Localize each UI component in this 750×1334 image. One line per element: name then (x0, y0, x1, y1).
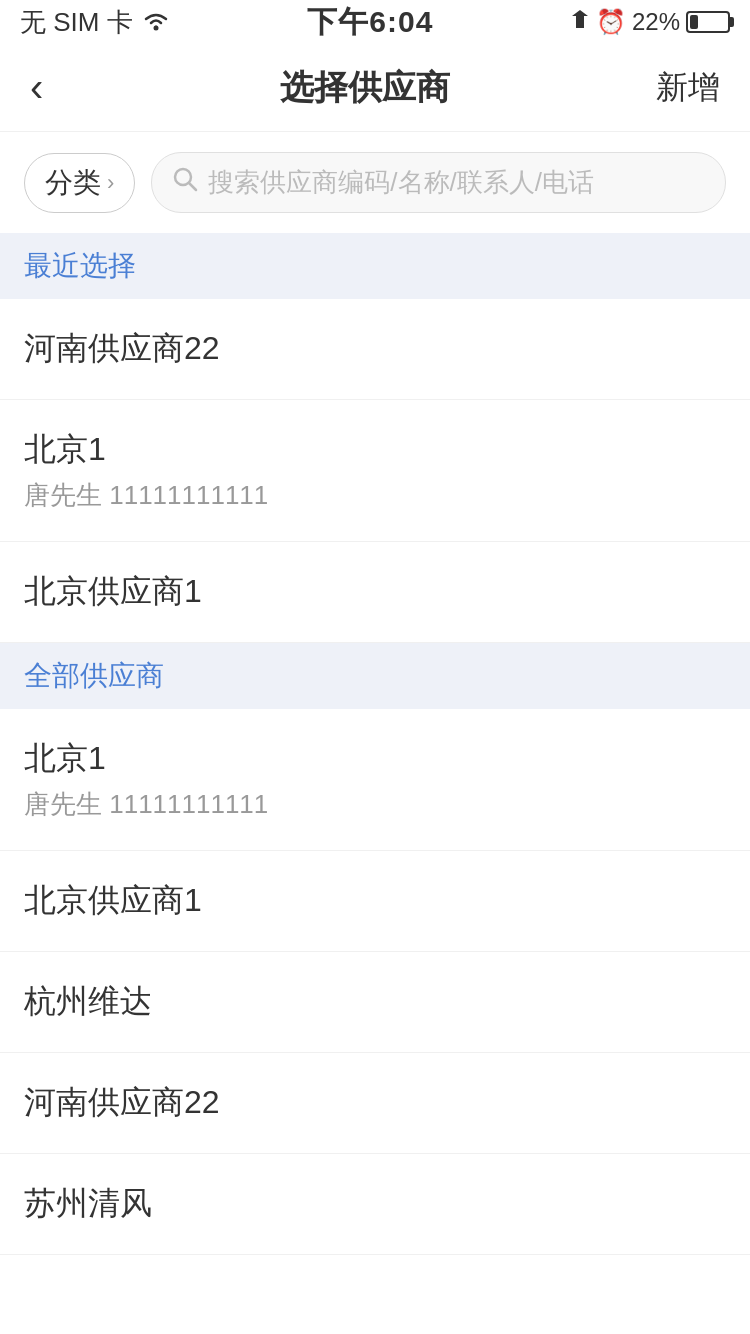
all-section-header: 全部供应商 (0, 643, 750, 709)
svg-point-0 (153, 25, 158, 30)
page-title: 选择供应商 (280, 65, 450, 111)
item-name: 北京1 (24, 737, 726, 781)
back-button[interactable]: ‹ (30, 65, 90, 110)
item-name: 河南供应商22 (24, 327, 726, 371)
item-name: 杭州维达 (24, 980, 726, 1024)
sim-status: 无 SIM 卡 (20, 5, 133, 40)
status-time: 下午6:04 (307, 2, 433, 43)
list-item[interactable]: 河南供应商22 (0, 299, 750, 400)
recent-list: 河南供应商22 北京1 唐先生 11111111111 北京供应商1 (0, 299, 750, 643)
location-icon (570, 8, 590, 36)
filter-bar: 分类 › 搜索供应商编码/名称/联系人/电话 (0, 132, 750, 233)
wifi-icon (141, 7, 171, 38)
item-detail: 唐先生 11111111111 (24, 478, 726, 513)
search-box[interactable]: 搜索供应商编码/名称/联系人/电话 (151, 152, 726, 213)
search-placeholder: 搜索供应商编码/名称/联系人/电话 (208, 165, 594, 200)
list-item[interactable]: 北京1 唐先生 11111111111 (0, 400, 750, 542)
item-detail: 唐先生 11111111111 (24, 787, 726, 822)
list-item[interactable]: 河南供应商22 (0, 1053, 750, 1154)
recent-section-header: 最近选择 (0, 233, 750, 299)
item-name: 北京1 (24, 428, 726, 472)
battery-percent: 22% (632, 8, 680, 36)
chevron-right-icon: › (107, 170, 114, 196)
add-button[interactable]: 新增 (640, 66, 720, 110)
battery-icon (686, 11, 730, 33)
status-bar: 无 SIM 卡 下午6:04 ⏰ 22% (0, 0, 750, 44)
status-left: 无 SIM 卡 (20, 5, 171, 40)
recent-section-label: 最近选择 (24, 250, 136, 281)
item-name: 北京供应商1 (24, 570, 726, 614)
item-name: 河南供应商22 (24, 1081, 726, 1125)
list-item[interactable]: 北京供应商1 (0, 851, 750, 952)
search-icon (172, 166, 198, 199)
list-item[interactable]: 北京1 唐先生 11111111111 (0, 709, 750, 851)
list-item[interactable]: 杭州维达 (0, 952, 750, 1053)
nav-bar: ‹ 选择供应商 新增 (0, 44, 750, 132)
alarm-icon: ⏰ (596, 8, 626, 36)
item-name: 北京供应商1 (24, 879, 726, 923)
status-right: ⏰ 22% (570, 8, 730, 36)
all-list: 北京1 唐先生 11111111111 北京供应商1 杭州维达 河南供应商22 … (0, 709, 750, 1255)
all-section-label: 全部供应商 (24, 660, 164, 691)
svg-line-2 (189, 183, 196, 190)
item-name: 苏州清风 (24, 1182, 726, 1226)
category-button[interactable]: 分类 › (24, 153, 135, 213)
category-label: 分类 (45, 164, 101, 202)
list-item[interactable]: 北京供应商1 (0, 542, 750, 643)
list-item[interactable]: 苏州清风 (0, 1154, 750, 1255)
